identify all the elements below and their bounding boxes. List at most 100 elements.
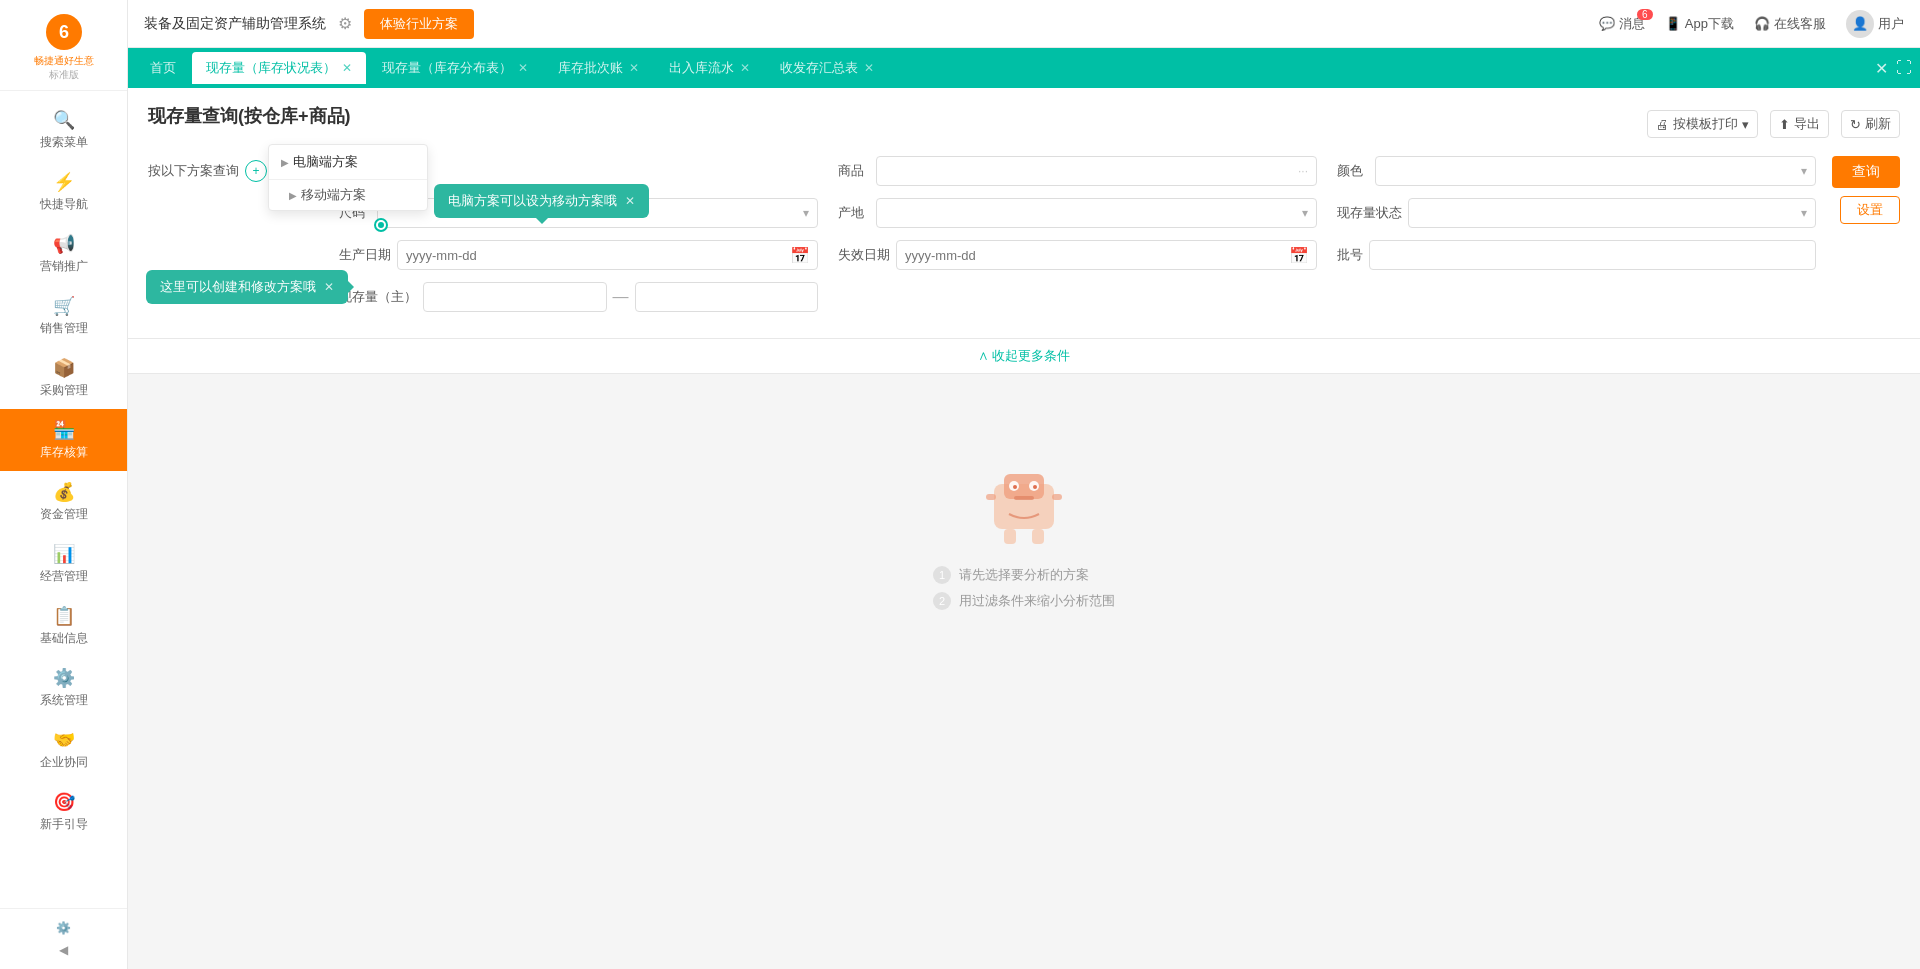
stock-qty-from-input[interactable]	[423, 282, 607, 312]
sidebar-item-cooperation[interactable]: 🤝 企业协同	[0, 719, 127, 781]
tab-bar-actions: ✕ ⛶	[1875, 59, 1912, 78]
sidebar-item-search[interactable]: 🔍 搜索菜单	[0, 99, 127, 161]
header-settings-icon[interactable]: ⚙	[338, 14, 352, 33]
sidebar-item-inventory[interactable]: 🏪 库存核算	[0, 409, 127, 471]
tab-batch[interactable]: 库存批次账 ✕	[544, 52, 653, 84]
scenario-dropdown: ▶ 电脑端方案 ▶ 移动端方案	[268, 144, 428, 211]
origin-select[interactable]: ▾	[876, 198, 1317, 228]
tab-home-label: 首页	[150, 59, 176, 77]
app-download-label: App下载	[1685, 15, 1734, 33]
tab-inventory-dist[interactable]: 现存量（库存分布表） ✕	[368, 52, 542, 84]
sidebar-item-label: 销售管理	[40, 320, 88, 337]
sidebar-item-label: 营销推广	[40, 258, 88, 275]
export-btn[interactable]: ⬆ 导出	[1770, 110, 1829, 138]
tab-batch-close[interactable]: ✕	[629, 61, 639, 75]
batch-input[interactable]	[1369, 240, 1816, 270]
app-download-btn[interactable]: 📱 App下载	[1665, 15, 1734, 33]
tab-summary-close[interactable]: ✕	[864, 61, 874, 75]
user-menu[interactable]: 👤 用户	[1846, 10, 1904, 38]
sidebar-item-sales[interactable]: 🛒 销售管理	[0, 285, 127, 347]
refresh-icon: ↻	[1850, 117, 1861, 132]
tab-flow-close[interactable]: ✕	[740, 61, 750, 75]
color-select[interactable]: ▾	[1375, 156, 1816, 186]
tab-expand[interactable]: ⛶	[1896, 59, 1912, 77]
message-btn[interactable]: 💬 消息 6	[1599, 15, 1645, 33]
sidebar-item-quick-nav[interactable]: ⚡ 快捷导航	[0, 161, 127, 223]
stock-status-select[interactable]: ▾	[1408, 198, 1816, 228]
refresh-label: 刷新	[1865, 115, 1891, 133]
query-actions: 查询 设置	[1832, 156, 1900, 224]
finance-icon: 💰	[53, 481, 75, 503]
sidebar-item-marketing[interactable]: 📢 营销推广	[0, 223, 127, 285]
tab-close-all[interactable]: ✕	[1875, 59, 1888, 78]
sidebar-bottom: ⚙️ ◀	[0, 908, 127, 969]
product-select[interactable]: ···	[876, 156, 1317, 186]
sidebar-item-guide[interactable]: 🎯 新手引导	[0, 781, 127, 843]
online-support-icon: 🎧	[1754, 16, 1770, 31]
tab-home[interactable]: 首页	[136, 52, 190, 84]
print-template-btn[interactable]: 🖨 按模板打印 ▾	[1647, 110, 1758, 138]
tab-inventory-dist-close[interactable]: ✕	[518, 61, 528, 75]
expiry-date-label: 失效日期	[838, 246, 890, 264]
add-scenario-btn[interactable]: +	[245, 160, 267, 182]
basic-info-icon: 📋	[53, 605, 75, 627]
filter-field-product: 商品 ···	[838, 156, 1317, 186]
print-icon: 🖨	[1656, 117, 1669, 132]
system-title: 装备及固定资产辅助管理系统	[144, 15, 326, 33]
filter-field-prod-date: 生产日期 📅	[339, 240, 818, 270]
quick-nav-icon: ⚡	[53, 171, 75, 193]
sidebar-item-finance[interactable]: 💰 资金管理	[0, 471, 127, 533]
sidebar-item-basic-info[interactable]: 📋 基础信息	[0, 595, 127, 657]
export-label: 导出	[1794, 115, 1820, 133]
tab-summary[interactable]: 收发存汇总表 ✕	[766, 52, 888, 84]
tooltip-create-scenario: 这里可以创建和修改方案哦 ✕	[146, 270, 348, 304]
trial-button[interactable]: 体验行业方案	[364, 9, 474, 39]
filter-field-expiry-date: 失效日期 📅	[838, 240, 1317, 270]
svg-point-10	[1033, 485, 1037, 489]
scenario-desktop-item[interactable]: ▶ 电脑端方案	[269, 145, 427, 179]
tab-inventory-status-close[interactable]: ✕	[342, 61, 352, 75]
scenario-mobile-label: 移动端方案	[301, 186, 366, 204]
collapse-label: 收起更多条件	[992, 348, 1070, 363]
tab-flow[interactable]: 出入库流水 ✕	[655, 52, 764, 84]
set-button[interactable]: 设置	[1840, 196, 1900, 224]
scenario-desktop-arrow: ▶	[281, 157, 289, 168]
sidebar-logo: 6 畅捷通好生意 标准版	[0, 0, 127, 91]
tooltip2-close-btn[interactable]: ✕	[324, 280, 334, 294]
system-icon: ⚙️	[53, 667, 75, 689]
sidebar-collapse[interactable]: ◀	[59, 943, 68, 957]
settings-bottom-icon: ⚙️	[56, 921, 71, 935]
svg-rect-12	[986, 494, 996, 500]
collapse-bar[interactable]: ∧ 收起更多条件	[128, 339, 1920, 374]
sidebar-settings[interactable]: ⚙️	[56, 921, 71, 935]
scenario-mobile-item[interactable]: ▶ 移动端方案	[269, 179, 427, 210]
online-support-btn[interactable]: 🎧 在线客服	[1754, 15, 1826, 33]
filter-field-stock-qty: 现存量（主） —	[339, 282, 818, 312]
page-title-bar: 现存量查询(按仓库+商品) 🖨 按模板打印 ▾ ⬆ 导出 ↻ 刷新	[148, 104, 1900, 144]
tab-inventory-status[interactable]: 现存量（库存状况表） ✕	[192, 52, 366, 84]
color-chevron-icon: ▾	[1801, 164, 1807, 178]
prod-date-input[interactable]	[397, 240, 818, 270]
svg-text:6: 6	[58, 22, 68, 42]
expiry-date-input[interactable]	[896, 240, 1317, 270]
sidebar-item-management[interactable]: 📊 经营管理	[0, 533, 127, 595]
message-icon: 💬	[1599, 16, 1615, 31]
sales-icon: 🛒	[53, 295, 75, 317]
cooperation-icon: 🤝	[53, 729, 75, 751]
sidebar-item-purchase[interactable]: 📦 采购管理	[0, 347, 127, 409]
purchase-icon: 📦	[53, 357, 75, 379]
sidebar-item-label: 资金管理	[40, 506, 88, 523]
svg-rect-15	[1032, 529, 1044, 544]
stock-qty-to-input[interactable]	[635, 282, 819, 312]
refresh-btn[interactable]: ↻ 刷新	[1841, 110, 1900, 138]
sidebar-item-system[interactable]: ⚙️ 系统管理	[0, 657, 127, 719]
scenario-desktop-label: 电脑端方案	[293, 153, 358, 171]
svg-rect-13	[1052, 494, 1062, 500]
tab-batch-label: 库存批次账	[558, 59, 623, 77]
empty-tip-2: 2 用过滤条件来缩小分析范围	[933, 592, 1115, 610]
stock-qty-range-dash: —	[613, 288, 629, 306]
query-button[interactable]: 查询	[1832, 156, 1900, 188]
page-actions: 🖨 按模板打印 ▾ ⬆ 导出 ↻ 刷新	[1647, 110, 1900, 138]
marketing-icon: 📢	[53, 233, 75, 255]
tooltip1-close-btn[interactable]: ✕	[625, 194, 635, 208]
